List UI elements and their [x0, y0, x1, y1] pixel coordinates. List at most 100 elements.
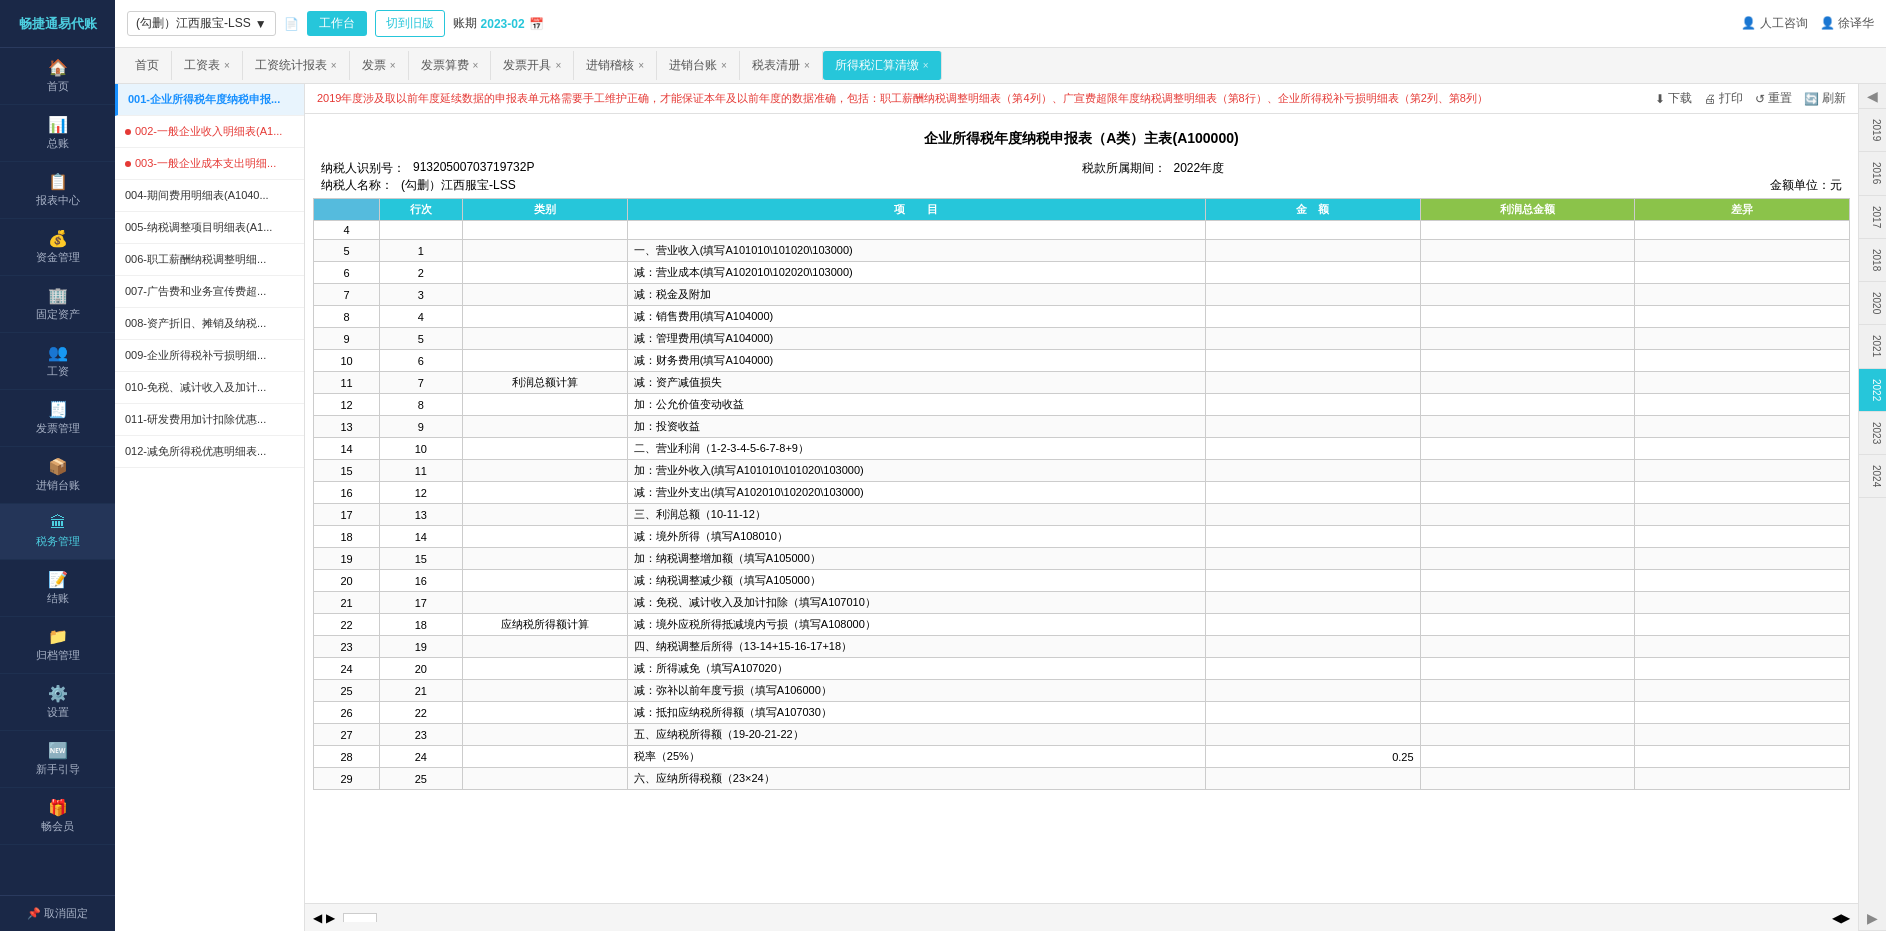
calendar-icon[interactable]: 📅	[529, 17, 544, 31]
table-row-amount[interactable]	[1205, 548, 1420, 570]
table-row-item[interactable]: 加：营业外收入(填写A101010\101020\103000)	[627, 460, 1205, 482]
form-list-item-001[interactable]: 001-企业所得税年度纳税申报...	[115, 84, 304, 116]
table-row-amount[interactable]	[1205, 592, 1420, 614]
table-row-item[interactable]: 减：管理费用(填写A104000)	[627, 328, 1205, 350]
year-2016[interactable]: 2016	[1859, 152, 1886, 195]
table-row-amount[interactable]	[1205, 240, 1420, 262]
form-list-item-008[interactable]: 008-资产折旧、摊销及纳税...	[115, 308, 304, 340]
table-row-amount[interactable]	[1205, 768, 1420, 790]
tab-purchase-audit[interactable]: 进销稽核 ×	[574, 51, 657, 80]
table-row-amount[interactable]	[1205, 724, 1420, 746]
table-row-amount[interactable]: 0.25	[1205, 746, 1420, 768]
table-row-item[interactable]: 税率（25%）	[627, 746, 1205, 768]
table-row-item[interactable]: 减：营业成本(填写A102010\102020\103000)	[627, 262, 1205, 284]
table-row-amount[interactable]	[1205, 372, 1420, 394]
year-2017[interactable]: 2017	[1859, 196, 1886, 239]
close-icon[interactable]: ×	[721, 60, 727, 71]
next-sheet-icon[interactable]: ▶	[326, 911, 335, 925]
tab-salary[interactable]: 工资表 ×	[172, 51, 243, 80]
sidebar-item-ledger[interactable]: 📊 总账	[0, 105, 115, 162]
scroll-left-icon[interactable]: ◀	[1832, 911, 1841, 925]
reset-button[interactable]: ↺ 重置	[1755, 90, 1792, 107]
tab-purchase-ledger[interactable]: 进销台账 ×	[657, 51, 740, 80]
table-row-item[interactable]: 加：纳税调整增加额（填写A105000）	[627, 548, 1205, 570]
table-row-amount[interactable]	[1205, 482, 1420, 504]
year-2022[interactable]: 2022	[1859, 369, 1886, 412]
table-row-amount[interactable]	[1205, 284, 1420, 306]
sidebar-item-guide[interactable]: 🆕 新手引导	[0, 731, 115, 788]
table-row-item[interactable]: 减：税金及附加	[627, 284, 1205, 306]
prev-sheet-icon[interactable]: ◀	[313, 911, 322, 925]
workbench-button[interactable]: 工作台	[307, 11, 367, 36]
table-row-amount[interactable]	[1205, 526, 1420, 548]
table-row-amount[interactable]	[1205, 570, 1420, 592]
form-list-item-005[interactable]: 005-纳税调整项目明细表(A1...	[115, 212, 304, 244]
close-icon[interactable]: ×	[224, 60, 230, 71]
form-list-item-007[interactable]: 007-广告费和业务宣传费超...	[115, 276, 304, 308]
sidebar-item-member[interactable]: 🎁 畅会员	[0, 788, 115, 845]
table-row-item[interactable]: 一、营业收入(填写A101010\101020\103000)	[627, 240, 1205, 262]
table-row-item[interactable]: 减：弥补以前年度亏损（填写A106000）	[627, 680, 1205, 702]
table-row-amount[interactable]	[1205, 702, 1420, 724]
tab-tax-list[interactable]: 税表清册 ×	[740, 51, 823, 80]
year-panel-collapse[interactable]: ◀	[1859, 84, 1886, 109]
sidebar-bottom-pin[interactable]: 📌 取消固定	[0, 895, 115, 931]
table-row-item[interactable]: 减：纳税调整减少额（填写A105000）	[627, 570, 1205, 592]
year-2021[interactable]: 2021	[1859, 325, 1886, 368]
close-icon[interactable]: ×	[555, 60, 561, 71]
table-row-amount[interactable]	[1205, 328, 1420, 350]
form-list-item-012[interactable]: 012-减免所得税优惠明细表...	[115, 436, 304, 468]
form-list-item-004[interactable]: 004-期间费用明细表(A1040...	[115, 180, 304, 212]
year-2018[interactable]: 2018	[1859, 239, 1886, 282]
table-row-amount[interactable]	[1205, 221, 1420, 240]
table-row-item[interactable]: 加：投资收益	[627, 416, 1205, 438]
close-icon[interactable]: ×	[390, 60, 396, 71]
table-row-item[interactable]: 减：营业外支出(填写A102010\102020\103000)	[627, 482, 1205, 504]
tab-income-tax[interactable]: 所得税汇算清缴 ×	[823, 51, 942, 80]
sidebar-item-assets[interactable]: 🏢 固定资产	[0, 276, 115, 333]
form-list-item-002[interactable]: 002-一般企业收入明细表(A1...	[115, 116, 304, 148]
table-row-item[interactable]: 四、纳税调整后所得（13-14+15-16-17+18）	[627, 636, 1205, 658]
refresh-button[interactable]: 🔄 刷新	[1804, 90, 1846, 107]
table-row-item[interactable]	[627, 221, 1205, 240]
table-row-item[interactable]: 二、营业利润（1-2-3-4-5-6-7-8+9）	[627, 438, 1205, 460]
sidebar-item-report[interactable]: 📋 报表中心	[0, 162, 115, 219]
table-row-amount[interactable]	[1205, 438, 1420, 460]
tab-home[interactable]: 首页	[123, 51, 172, 80]
sidebar-item-invoice[interactable]: 🧾 发票管理	[0, 390, 115, 447]
form-list-item-003[interactable]: 003-一般企业成本支出明细...	[115, 148, 304, 180]
form-list-item-010[interactable]: 010-免税、减计收入及加计...	[115, 372, 304, 404]
table-row-amount[interactable]	[1205, 680, 1420, 702]
year-panel-expand[interactable]: ▶	[1859, 906, 1886, 931]
form-list-item-006[interactable]: 006-职工薪酬纳税调整明细...	[115, 244, 304, 276]
table-row-amount[interactable]	[1205, 636, 1420, 658]
sidebar-item-archive[interactable]: 📁 归档管理	[0, 617, 115, 674]
table-row-item[interactable]: 减：抵扣应纳税所得额（填写A107030）	[627, 702, 1205, 724]
close-icon[interactable]: ×	[473, 60, 479, 71]
table-row-amount[interactable]	[1205, 262, 1420, 284]
year-2023[interactable]: 2023	[1859, 412, 1886, 455]
table-row-item[interactable]: 减：境外应税所得抵减境内亏损（填写A108000）	[627, 614, 1205, 636]
sidebar-item-home[interactable]: 🏠 首页	[0, 48, 115, 105]
table-row-item[interactable]: 减：免税、减计收入及加计扣除（填写A107010）	[627, 592, 1205, 614]
sidebar-item-settings[interactable]: ⚙️ 设置	[0, 674, 115, 731]
close-icon[interactable]: ×	[804, 60, 810, 71]
sidebar-item-close[interactable]: 📝 结账	[0, 560, 115, 617]
table-row-amount[interactable]	[1205, 416, 1420, 438]
tab-invoice-open[interactable]: 发票开具 ×	[491, 51, 574, 80]
print-button[interactable]: 🖨 打印	[1704, 90, 1743, 107]
close-icon[interactable]: ×	[923, 60, 929, 71]
table-row-item[interactable]: 加：公允价值变动收益	[627, 394, 1205, 416]
form-list-item-009[interactable]: 009-企业所得税补亏损明细...	[115, 340, 304, 372]
table-row-amount[interactable]	[1205, 504, 1420, 526]
sidebar-item-finance[interactable]: 💰 资金管理	[0, 219, 115, 276]
close-icon[interactable]: ×	[638, 60, 644, 71]
download-button[interactable]: ⬇ 下载	[1655, 90, 1692, 107]
table-row-item[interactable]: 三、利润总额（10-11-12）	[627, 504, 1205, 526]
table-row-amount[interactable]	[1205, 350, 1420, 372]
close-icon[interactable]: ×	[331, 60, 337, 71]
table-row-item[interactable]: 六、应纳所得税额（23×24）	[627, 768, 1205, 790]
tab-invoice-fee[interactable]: 发票算费 ×	[409, 51, 492, 80]
table-row-item[interactable]: 五、应纳税所得额（19-20-21-22）	[627, 724, 1205, 746]
sidebar-item-tax[interactable]: 🏛 税务管理	[0, 504, 115, 560]
